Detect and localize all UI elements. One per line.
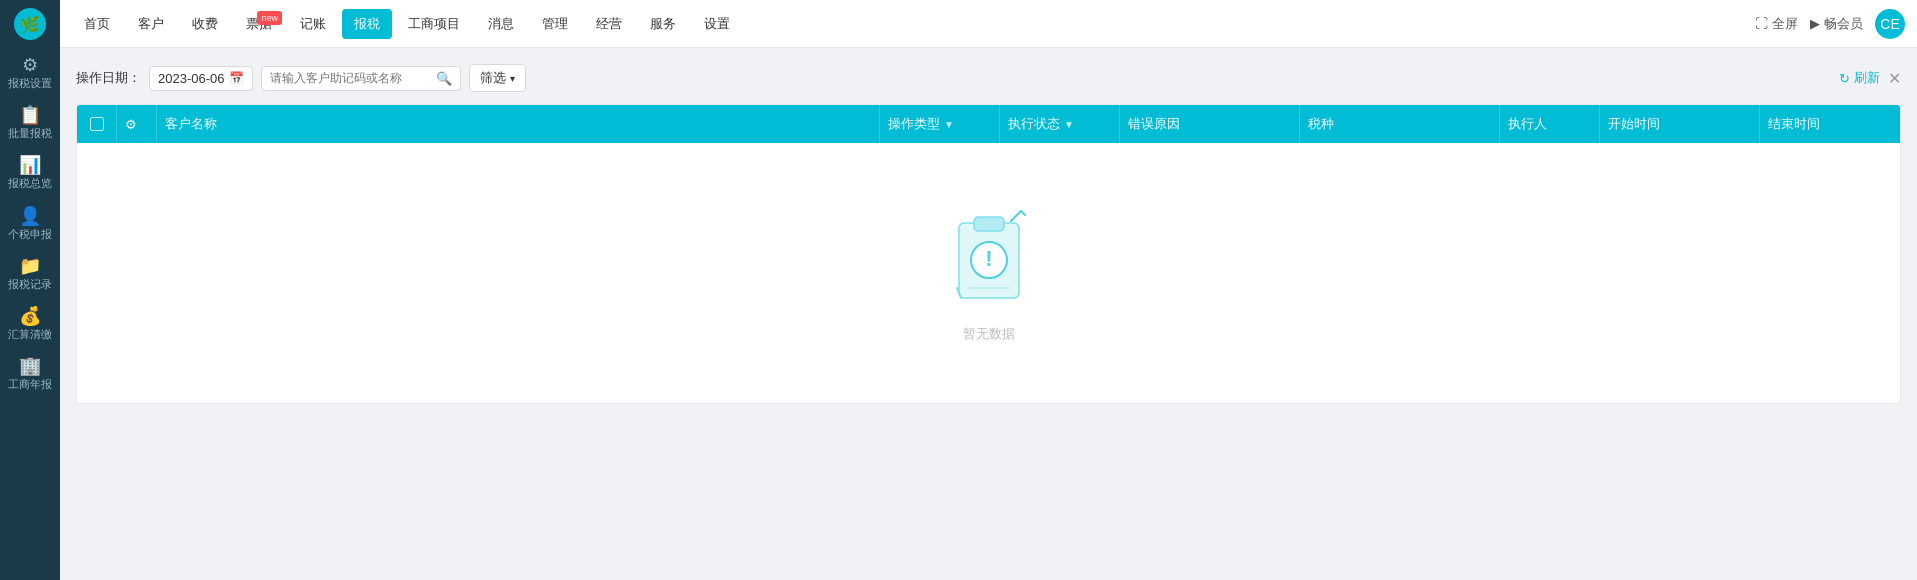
calendar-icon: 📅 <box>229 71 244 85</box>
close-button[interactable]: ✕ <box>1888 69 1901 88</box>
nav-item-fuwu[interactable]: 服务 <box>638 9 688 39</box>
sidebar-item-gongshangnianb[interactable]: 🏢 工商年报 <box>4 349 56 399</box>
baoshuizonglan-label: 报税总览 <box>8 177 52 190</box>
geshuishenbao-label: 个税申报 <box>8 228 52 241</box>
th-error-reason: 错误原因 <box>1120 105 1300 143</box>
filter-label: 筛选 <box>480 69 506 87</box>
th-operation-type: 操作类型 ▼ <box>880 105 1000 143</box>
refresh-icon: ↻ <box>1839 71 1850 86</box>
sidebar: 🌿 ⚙ 报税设置 📋 批量报税 📊 报税总览 👤 个税申报 📁 报税记录 💰 汇… <box>0 0 60 580</box>
sidebar-item-piliangshuishui[interactable]: 📋 批量报税 <box>4 98 56 148</box>
nav-item-kehu[interactable]: 客户 <box>126 9 176 39</box>
table-body: ! 暂无数据 <box>77 143 1900 403</box>
content-area: 操作日期： 2023-06-06 📅 🔍 筛选 ▾ ↻ 刷新 <box>60 48 1917 580</box>
sidebar-item-baoshuizonglan[interactable]: 📊 报税总览 <box>4 148 56 198</box>
avatar-text: CE <box>1880 16 1899 32</box>
sidebar-item-baoshuishezhi[interactable]: ⚙ 报税设置 <box>4 48 56 98</box>
geshuishenbao-icon: 👤 <box>19 207 41 225</box>
fullscreen-icon: ⛶ <box>1755 16 1768 31</box>
nav-item-shoufe[interactable]: 收费 <box>180 9 230 39</box>
baoshuijilu-label: 报税记录 <box>8 278 52 291</box>
badge-piaoju: new <box>257 11 282 25</box>
nav-item-gongshang[interactable]: 工商项目 <box>396 9 472 39</box>
gongshangnianb-label: 工商年报 <box>8 378 52 391</box>
chevron-down-icon: ▾ <box>510 73 515 84</box>
th-start-time: 开始时间 <box>1600 105 1760 143</box>
topnav-right: ⛶ 全屏 ▶ 畅会员 CE <box>1755 9 1905 39</box>
th-tax-type: 税种 <box>1300 105 1500 143</box>
nav-item-xiaox[interactable]: 消息 <box>476 9 526 39</box>
nav-item-piaoju[interactable]: 票据new <box>234 9 284 39</box>
table-header: ⚙ 客户名称 操作类型 ▼ 执行状态 ▼ 错误原因 <box>77 105 1900 143</box>
member-icon: ▶ <box>1810 16 1820 31</box>
refresh-button[interactable]: ↻ 刷新 <box>1839 69 1880 87</box>
svg-text:!: ! <box>985 246 992 271</box>
member-label: 畅会员 <box>1824 15 1863 33</box>
th-exec-status: 执行状态 ▼ <box>1000 105 1120 143</box>
avatar[interactable]: CE <box>1875 9 1905 39</box>
select-all-checkbox[interactable] <box>90 117 104 131</box>
th-executor: 执行人 <box>1500 105 1600 143</box>
data-table: ⚙ 客户名称 操作类型 ▼ 执行状态 ▼ 错误原因 <box>76 104 1901 404</box>
sidebar-logo: 🌿 <box>0 0 60 48</box>
main-area: 首页客户收费票据new记账报税工商项目消息管理经营服务设置 ⛶ 全屏 ▶ 畅会员… <box>60 0 1917 580</box>
fullscreen-button[interactable]: ⛶ 全屏 <box>1755 15 1798 33</box>
svg-line-4 <box>1011 211 1021 221</box>
nav-item-shezhi[interactable]: 设置 <box>692 9 742 39</box>
page-body: 操作日期： 2023-06-06 📅 🔍 筛选 ▾ ↻ 刷新 <box>60 48 1917 580</box>
nav-item-jingying[interactable]: 经营 <box>584 9 634 39</box>
refresh-label: 刷新 <box>1854 69 1880 87</box>
filter-icon-status[interactable]: ▼ <box>1064 119 1074 130</box>
baoshuijilu-icon: 📁 <box>19 257 41 275</box>
huisuanjiaona-label: 汇算清缴 <box>8 328 52 341</box>
nav-item-baoshui[interactable]: 报税 <box>342 9 392 39</box>
piliangshuishui-icon: 📋 <box>19 106 41 124</box>
svg-line-5 <box>1021 211 1025 215</box>
search-input[interactable] <box>270 71 436 85</box>
date-picker[interactable]: 2023-06-06 📅 <box>149 66 253 91</box>
search-box[interactable]: 🔍 <box>261 66 461 91</box>
settings-icon[interactable]: ⚙ <box>125 117 137 132</box>
logo-icon: 🌿 <box>14 8 46 40</box>
fullscreen-label: 全屏 <box>1772 15 1798 33</box>
th-customer-name: 客户名称 <box>157 105 880 143</box>
filter-icon-operation[interactable]: ▼ <box>944 119 954 130</box>
sidebar-item-baoshuijilu[interactable]: 📁 报税记录 <box>4 249 56 299</box>
th-end-time: 结束时间 <box>1760 105 1900 143</box>
th-checkbox[interactable] <box>77 105 117 143</box>
member-button[interactable]: ▶ 畅会员 <box>1810 15 1863 33</box>
toolbar: 操作日期： 2023-06-06 📅 🔍 筛选 ▾ ↻ 刷新 <box>76 64 1901 92</box>
topnav-items: 首页客户收费票据new记账报税工商项目消息管理经营服务设置 <box>72 9 1755 39</box>
empty-state: ! 暂无数据 <box>77 143 1900 403</box>
baoshuishezhi-icon: ⚙ <box>22 56 38 74</box>
filter-button[interactable]: 筛选 ▾ <box>469 64 526 92</box>
sidebar-item-geshuishenbao[interactable]: 👤 个税申报 <box>4 199 56 249</box>
nav-item-jizhang[interactable]: 记账 <box>288 9 338 39</box>
piliangshuishui-label: 批量报税 <box>8 127 52 140</box>
gongshangnianb-icon: 🏢 <box>19 357 41 375</box>
th-settings: ⚙ <box>117 105 157 143</box>
date-value: 2023-06-06 <box>158 71 225 86</box>
nav-item-shouye[interactable]: 首页 <box>72 9 122 39</box>
date-label: 操作日期： <box>76 69 141 87</box>
baoshuishezhi-label: 报税设置 <box>8 77 52 90</box>
nav-item-guanli[interactable]: 管理 <box>530 9 580 39</box>
sidebar-item-huisuanjiaona[interactable]: 💰 汇算清缴 <box>4 299 56 349</box>
baoshuizonglan-icon: 📊 <box>19 156 41 174</box>
svg-rect-1 <box>974 217 1004 231</box>
huisuanjiaona-icon: 💰 <box>19 307 41 325</box>
empty-text: 暂无数据 <box>963 325 1015 343</box>
search-icon[interactable]: 🔍 <box>436 71 452 86</box>
topnav: 首页客户收费票据new记账报税工商项目消息管理经营服务设置 ⛶ 全屏 ▶ 畅会员… <box>60 0 1917 48</box>
empty-illustration: ! <box>939 203 1039 313</box>
